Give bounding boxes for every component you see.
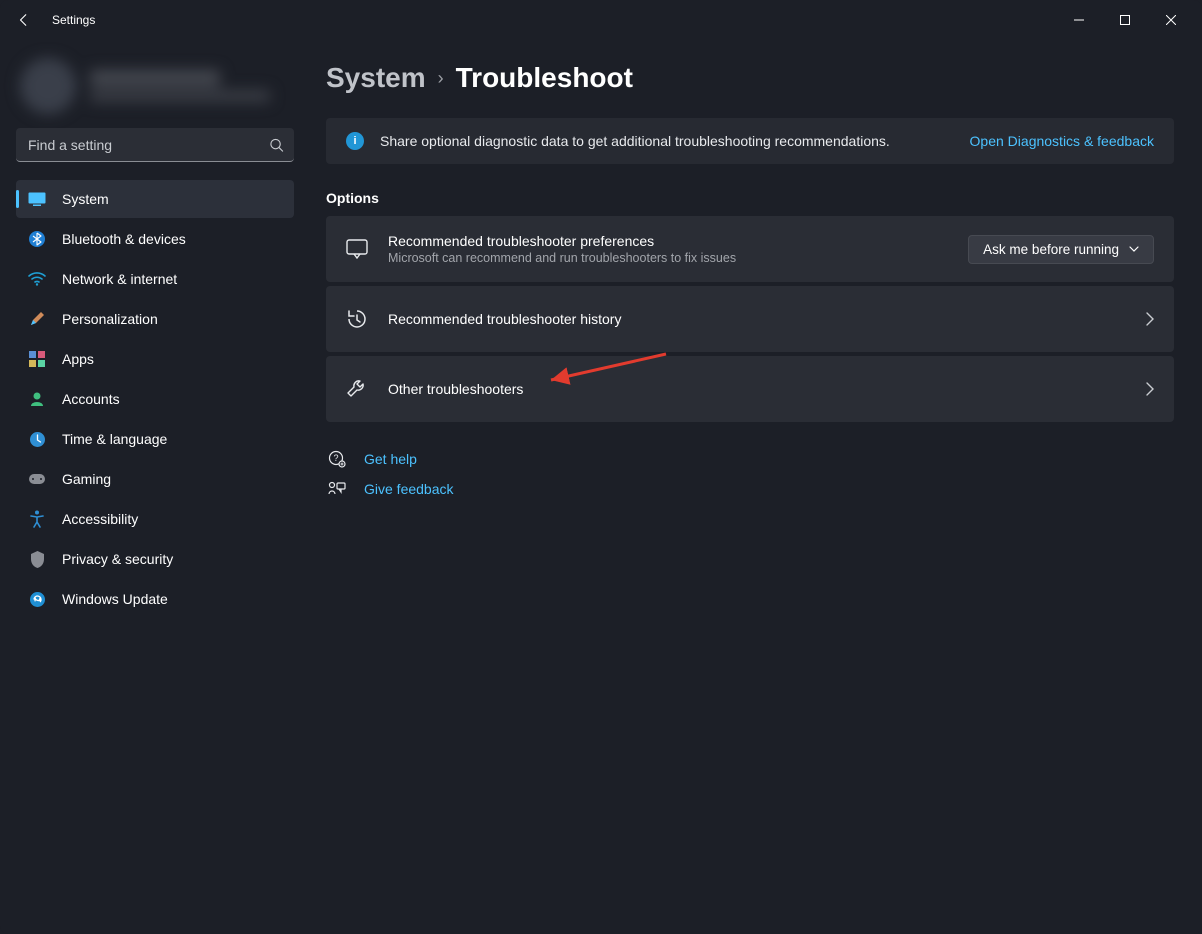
window-title: Settings [52, 13, 95, 27]
sidebar-item-accounts[interactable]: Accounts [16, 380, 294, 418]
sidebar-item-time-language[interactable]: Time & language [16, 420, 294, 458]
search-icon [269, 138, 284, 153]
preferences-dropdown[interactable]: Ask me before running [968, 235, 1154, 264]
wrench-icon [346, 378, 368, 400]
troubleshooter-preferences-card[interactable]: Recommended troubleshooter preferences M… [326, 216, 1174, 282]
minimize-button[interactable] [1056, 4, 1102, 36]
shield-icon [28, 550, 46, 568]
chevron-right-icon: › [438, 68, 444, 89]
chevron-right-icon [1146, 312, 1154, 326]
svg-text:?: ? [333, 453, 338, 463]
sidebar-item-label: Accounts [62, 391, 120, 407]
sidebar-item-personalization[interactable]: Personalization [16, 300, 294, 338]
gamepad-icon [28, 470, 46, 488]
card-title: Other troubleshooters [388, 381, 1126, 397]
open-diagnostics-link[interactable]: Open Diagnostics & feedback [970, 133, 1154, 149]
accessibility-icon [28, 510, 46, 528]
info-icon: i [346, 132, 364, 150]
sidebar-item-label: Gaming [62, 471, 111, 487]
sidebar-item-label: Network & internet [62, 271, 177, 287]
help-link-label: Get help [364, 451, 417, 467]
card-title: Recommended troubleshooter preferences [388, 233, 948, 249]
feedback-link-label: Give feedback [364, 481, 454, 497]
sidebar-item-windows-update[interactable]: Windows Update [16, 580, 294, 618]
chevron-down-icon [1129, 246, 1139, 252]
clock-icon [28, 430, 46, 448]
paintbrush-icon [28, 310, 46, 328]
sidebar-item-apps[interactable]: Apps [16, 340, 294, 378]
sidebar-item-label: System [62, 191, 109, 207]
sidebar-item-label: Privacy & security [62, 551, 173, 567]
sidebar-item-accessibility[interactable]: Accessibility [16, 500, 294, 538]
diagnostic-banner: i Share optional diagnostic data to get … [326, 118, 1174, 164]
apps-icon [28, 350, 46, 368]
card-title: Recommended troubleshooter history [388, 311, 1126, 327]
options-section-label: Options [326, 190, 1174, 206]
sidebar-item-system[interactable]: System [16, 180, 294, 218]
sidebar-item-privacy[interactable]: Privacy & security [16, 540, 294, 578]
sidebar-item-label: Accessibility [62, 511, 138, 527]
feedback-icon [328, 480, 346, 498]
banner-text: Share optional diagnostic data to get ad… [380, 133, 954, 149]
sidebar-item-label: Apps [62, 351, 94, 367]
get-help-link[interactable]: ? Get help [328, 450, 1174, 468]
system-icon [28, 190, 46, 208]
sidebar-item-label: Time & language [62, 431, 167, 447]
close-button[interactable] [1148, 4, 1194, 36]
maximize-button[interactable] [1102, 4, 1148, 36]
page-title: Troubleshoot [456, 62, 633, 94]
sidebar-item-bluetooth[interactable]: Bluetooth & devices [16, 220, 294, 258]
sidebar-item-label: Bluetooth & devices [62, 231, 186, 247]
sidebar-item-gaming[interactable]: Gaming [16, 460, 294, 498]
chat-icon [346, 238, 368, 260]
breadcrumb-parent[interactable]: System [326, 62, 426, 94]
other-troubleshooters-card[interactable]: Other troubleshooters [326, 356, 1174, 422]
back-button[interactable] [8, 4, 40, 36]
breadcrumb: System › Troubleshoot [326, 62, 1174, 94]
give-feedback-link[interactable]: Give feedback [328, 480, 1174, 498]
help-icon: ? [328, 450, 346, 468]
search-input[interactable] [16, 128, 294, 162]
sidebar-item-network[interactable]: Network & internet [16, 260, 294, 298]
sidebar-item-label: Personalization [62, 311, 158, 327]
history-icon [346, 308, 368, 330]
update-icon [28, 590, 46, 608]
person-icon [28, 390, 46, 408]
chevron-right-icon [1146, 382, 1154, 396]
user-profile-block[interactable] [16, 50, 294, 122]
wifi-icon [28, 270, 46, 288]
bluetooth-icon [28, 230, 46, 248]
troubleshooter-history-card[interactable]: Recommended troubleshooter history [326, 286, 1174, 352]
sidebar-item-label: Windows Update [62, 591, 168, 607]
card-subtitle: Microsoft can recommend and run troubles… [388, 251, 948, 265]
